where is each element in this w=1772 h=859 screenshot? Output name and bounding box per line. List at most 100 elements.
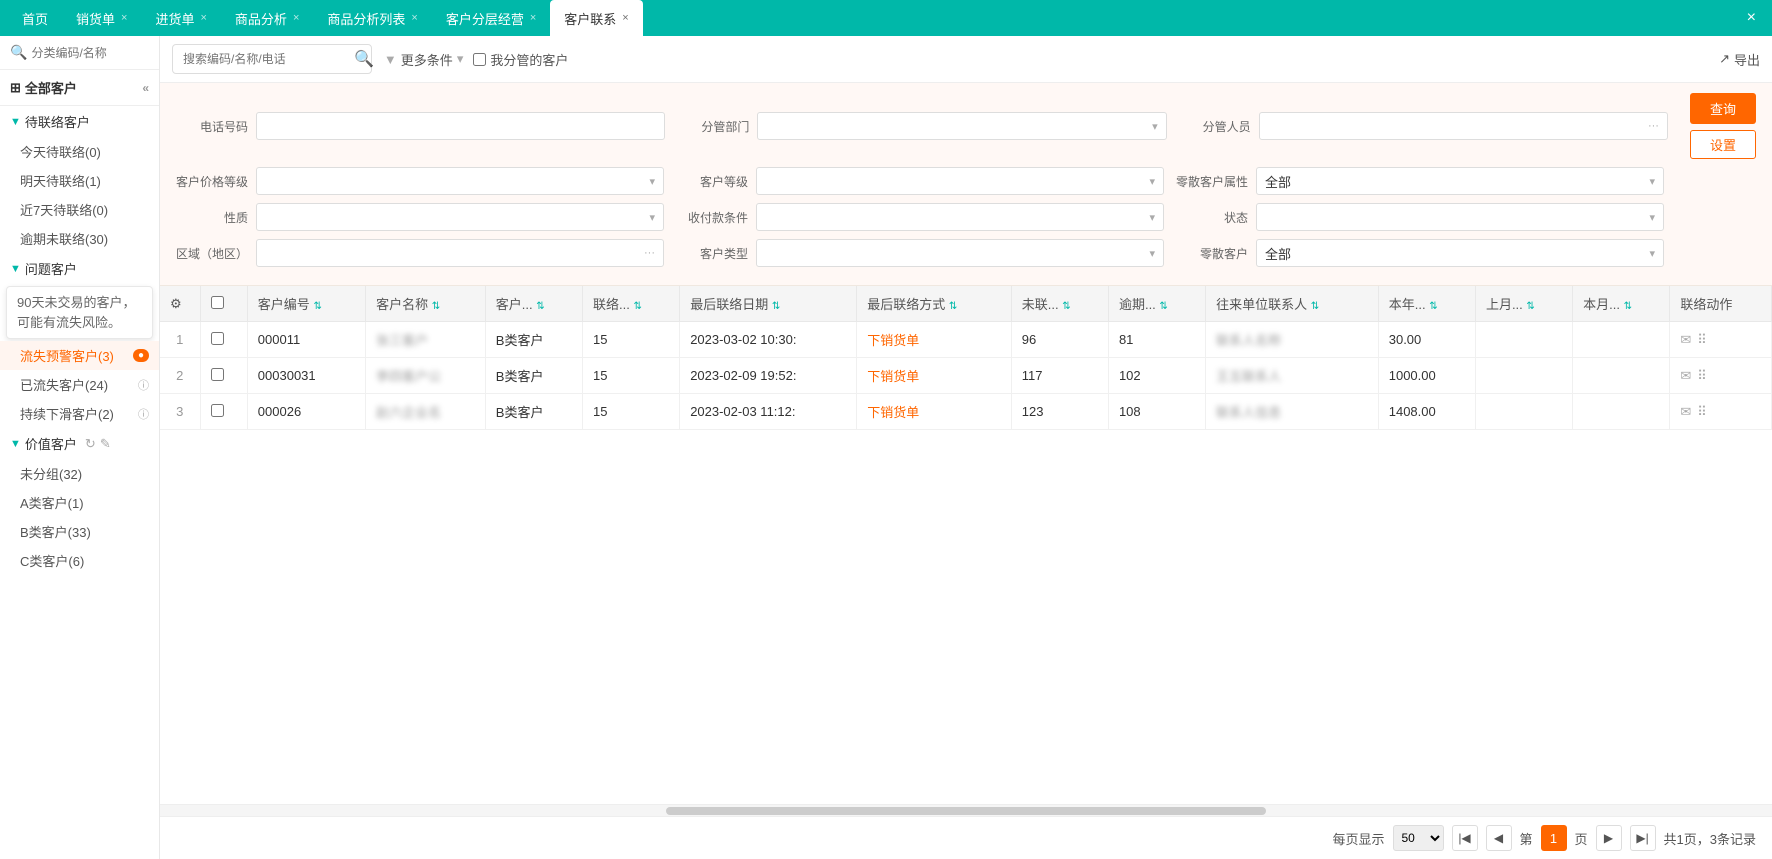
action-message-icon-3[interactable]: ✉ (1680, 404, 1691, 420)
page-first-button[interactable]: |◀ (1452, 825, 1478, 851)
tab-purchase-order[interactable]: 进货单 × (141, 0, 220, 36)
filter-select-customer-level[interactable]: ▾ (756, 167, 1164, 195)
row-action-3: ✉ ⠿ (1670, 394, 1772, 430)
last-way-link-3[interactable]: 下销货单 (867, 405, 919, 420)
th-contact-count[interactable]: 联络... ⇅ (582, 286, 679, 322)
select-all-checkbox[interactable] (211, 296, 224, 309)
sidebar-item-unclassified[interactable]: 未分组(32) (0, 459, 159, 488)
th-this-year[interactable]: 本年... ⇅ (1378, 286, 1475, 322)
filter-select-price-level[interactable]: ▾ (256, 167, 664, 195)
sidebar-search-input[interactable] (31, 46, 149, 60)
row-last-way-3[interactable]: 下销货单 (857, 394, 1011, 430)
tab-product-analysis-list-close[interactable]: × (411, 12, 417, 24)
row-name-3: 赵六企业名 (366, 394, 486, 430)
th-name[interactable]: 客户名称 ⇅ (366, 286, 486, 322)
tab-customer-contact[interactable]: 客户联系 × (550, 0, 642, 36)
chevron-down-dept-icon: ▾ (1152, 120, 1158, 133)
action-more-icon-1[interactable]: ⠿ (1697, 332, 1707, 348)
tab-customer-segment[interactable]: 客户分层经营 × (432, 0, 550, 36)
th-last-month[interactable]: 上月... ⇅ (1475, 286, 1572, 322)
tab-home[interactable]: 首页 (8, 0, 62, 36)
tab-customer-segment-close[interactable]: × (530, 12, 536, 24)
th-contacts-person[interactable]: 往来单位联系人 ⇅ (1206, 286, 1379, 322)
sidebar-item-overdue-pending[interactable]: 逾期未联络(30) (0, 224, 159, 253)
sidebar-item-churned[interactable]: 已流失客户(24) ⓘ (0, 370, 159, 399)
value-group-config-icon[interactable]: ✎ (100, 436, 111, 452)
query-button[interactable]: 查询 (1690, 93, 1756, 124)
sidebar-group-value[interactable]: ▼ 价值客户 ↻ ✎ (0, 428, 159, 459)
tab-product-analysis[interactable]: 商品分析 × (221, 0, 313, 36)
action-more-icon-2[interactable]: ⠿ (1697, 368, 1707, 384)
last-way-link-1[interactable]: 下销货单 (867, 333, 919, 348)
sidebar-item-churn-warning[interactable]: 流失预警客户(3) ● (0, 341, 159, 370)
tab-sales-order-close[interactable]: × (121, 12, 127, 24)
my-customers-checkbox[interactable] (473, 53, 486, 66)
action-message-icon-1[interactable]: ✉ (1680, 332, 1691, 348)
filter-select-dept[interactable]: ▾ (757, 112, 1166, 140)
row-type-1: B类客户 (485, 322, 582, 358)
page-next-button[interactable]: ▶ (1596, 825, 1622, 851)
th-overdue[interactable]: 逾期... ⇅ (1108, 286, 1205, 322)
value-group-edit-icon[interactable]: ↻ (85, 436, 96, 452)
th-checkbox[interactable] (200, 286, 247, 322)
filter-select-retail-attr[interactable]: 全部 ▾ (1256, 167, 1664, 195)
sidebar-group-pending[interactable]: ▼ 待联络客户 (0, 106, 159, 137)
row-checkbox-2[interactable] (200, 358, 247, 394)
sidebar-all-customers[interactable]: ⊞ 全部客户 « (0, 70, 159, 106)
filter-field-customer-level: 客户等级 ▾ (676, 167, 1164, 195)
last-way-link-2[interactable]: 下销货单 (867, 369, 919, 384)
scrollbar-thumb[interactable] (666, 807, 1266, 815)
page-prev-button[interactable]: ◀ (1486, 825, 1512, 851)
row-checkbox-3[interactable] (200, 394, 247, 430)
filter-input-phone[interactable] (256, 112, 665, 140)
filter-select-payment[interactable]: ▾ (756, 203, 1164, 231)
filter-search-input[interactable] (172, 44, 372, 74)
window-close-icon[interactable]: × (1739, 9, 1764, 27)
sidebar-item-7days-pending[interactable]: 近7天待联络(0) (0, 195, 159, 224)
action-message-icon-2[interactable]: ✉ (1680, 368, 1691, 384)
sidebar-item-tomorrow-pending[interactable]: 明天待联络(1) (0, 166, 159, 195)
filter-select-retail-customer[interactable]: 全部 ▾ (1256, 239, 1664, 267)
sidebar-group-problem[interactable]: ▼ 问题客户 (0, 253, 159, 284)
page-last-button[interactable]: ▶| (1630, 825, 1656, 851)
horizontal-scrollbar[interactable] (160, 804, 1772, 816)
filter-select-customer-type[interactable]: ▾ (756, 239, 1164, 267)
row-last-way-1[interactable]: 下销货单 (857, 322, 1011, 358)
tab-product-analysis-close[interactable]: × (293, 12, 299, 24)
th-type[interactable]: 客户... ⇅ (485, 286, 582, 322)
per-page-select[interactable]: 50 100 200 (1393, 825, 1444, 851)
my-customers-checkbox-label[interactable]: 我分管的客户 (473, 50, 568, 69)
filter-more-conditions-button[interactable]: ▼ 更多条件 ▾ (384, 50, 463, 69)
tab-purchase-order-close[interactable]: × (200, 12, 206, 24)
sidebar-item-c-class[interactable]: C类客户(6) (0, 546, 159, 575)
sidebar-item-today-pending[interactable]: 今天待联络(0) (0, 137, 159, 166)
settings-button[interactable]: 设置 (1690, 130, 1756, 159)
sidebar-item-b-class[interactable]: B类客户(33) (0, 517, 159, 546)
th-code[interactable]: 客户编号 ⇅ (247, 286, 365, 322)
export-button[interactable]: ↗ 导出 (1719, 50, 1760, 69)
filter-label-status: 状态 (1176, 209, 1256, 226)
row-3-checkbox[interactable] (211, 404, 224, 417)
row-action-1: ✉ ⠿ (1670, 322, 1772, 358)
sidebar-item-declining[interactable]: 持续下滑客户(2) ⓘ (0, 399, 159, 428)
th-last-contact-date[interactable]: 最后联络日期 ⇅ (680, 286, 857, 322)
filter-select-region[interactable]: ··· (256, 239, 664, 267)
th-this-month[interactable]: 本月... ⇅ (1573, 286, 1670, 322)
filter-select-nature[interactable]: ▾ (256, 203, 664, 231)
tab-customer-contact-close[interactable]: × (622, 12, 628, 24)
action-more-icon-3[interactable]: ⠿ (1697, 404, 1707, 420)
filter-select-person[interactable]: ··· (1259, 112, 1668, 140)
row-last-way-2[interactable]: 下销货单 (857, 358, 1011, 394)
sidebar-item-a-class[interactable]: A类客户(1) (0, 488, 159, 517)
tab-sales-order[interactable]: 销货单 × (62, 0, 141, 36)
th-last-contact-way[interactable]: 最后联络方式 ⇅ (857, 286, 1011, 322)
th-uncontact[interactable]: 未联... ⇅ (1011, 286, 1108, 322)
th-settings[interactable]: ⚙ (160, 286, 200, 322)
row-2-checkbox[interactable] (211, 368, 224, 381)
filter-select-status[interactable]: ▾ (1256, 203, 1664, 231)
sidebar-collapse-icon[interactable]: « (142, 81, 149, 95)
tab-product-analysis-list[interactable]: 商品分析列表 × (313, 0, 431, 36)
filter-search-button[interactable]: 🔍 (354, 49, 374, 69)
row-checkbox-1[interactable] (200, 322, 247, 358)
row-1-checkbox[interactable] (211, 332, 224, 345)
